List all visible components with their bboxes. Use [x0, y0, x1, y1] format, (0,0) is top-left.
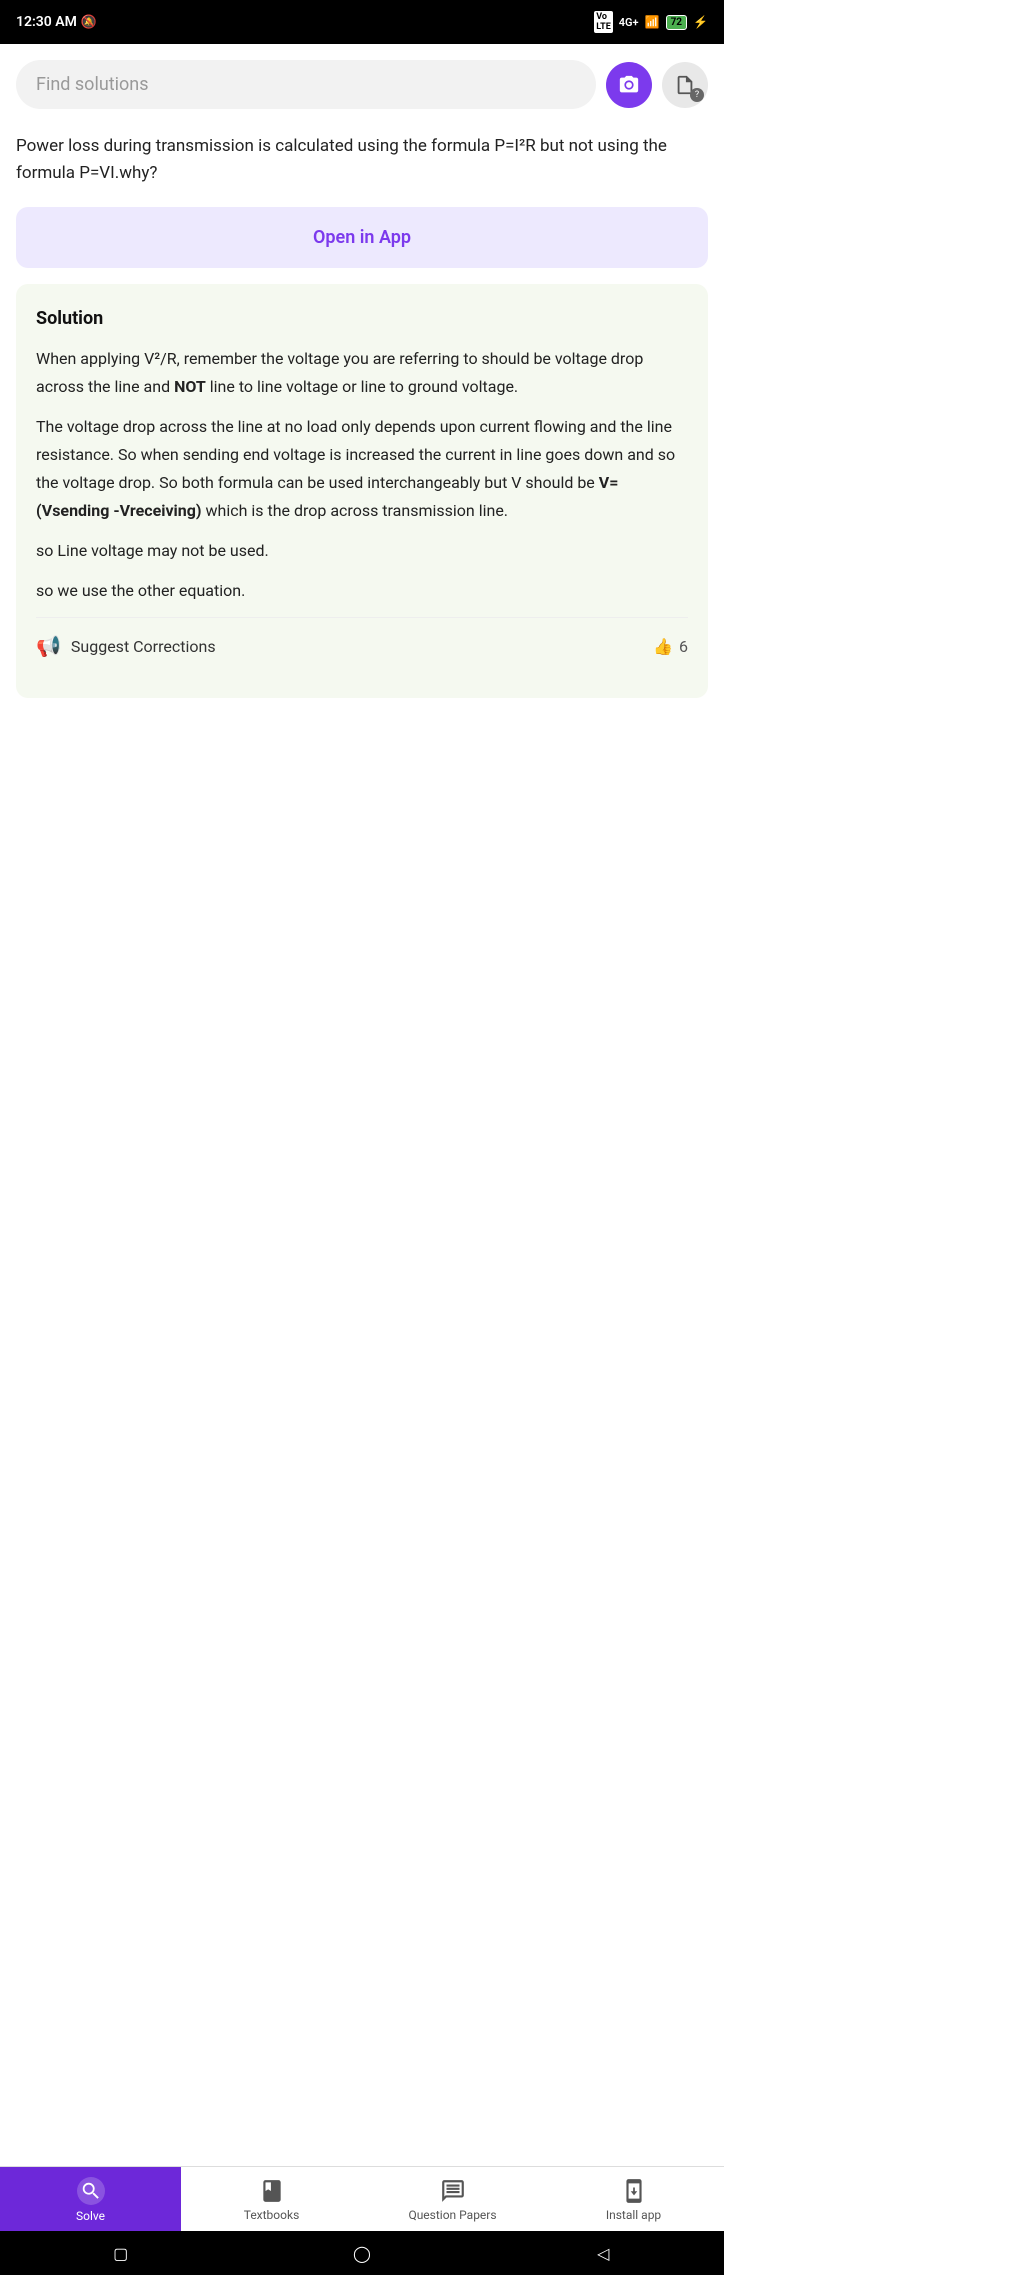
solution-box: Solution When applying V²/R, remember th… [16, 284, 708, 698]
search-container: Find solutions ? [16, 60, 708, 109]
solution-paragraph-3: so Line voltage may not be used. [36, 537, 688, 565]
solution-paragraph-4: so we use the other equation. [36, 577, 688, 605]
suggest-corrections-button[interactable]: 📢 Suggest Corrections [36, 634, 216, 658]
charging-icon: ⚡ [693, 15, 708, 29]
search-placeholder: Find solutions [36, 74, 149, 95]
open-in-app-button[interactable]: Open in App [16, 207, 708, 268]
android-home-button[interactable]: ◯ [348, 2239, 376, 2267]
time-display: 12:30 AM [16, 14, 77, 30]
help-button[interactable]: ? [662, 62, 708, 108]
solution-paragraph-1: When applying V²/R, remember the voltage… [36, 345, 688, 401]
question-papers-icon [440, 2178, 466, 2204]
status-icons: VoLTE 4G+ 📶 72 ⚡ [594, 11, 708, 33]
open-in-app-label: Open in App [313, 227, 411, 248]
question-text: Power loss during transmission is calcul… [16, 133, 708, 187]
like-count: 6 [679, 637, 688, 656]
battery-display: 72 [666, 15, 687, 30]
like-icon: 👍 [653, 637, 673, 656]
nav-item-install-app[interactable]: Install app [543, 2167, 724, 2231]
solution-paragraph-2: The voltage drop across the line at no l… [36, 413, 688, 525]
android-navigation-bar: ▢ ◯ ◁ [0, 2231, 724, 2275]
nav-item-solve[interactable]: Solve [0, 2167, 181, 2231]
solution-title: Solution [36, 308, 688, 329]
android-recents-button[interactable]: ▢ [107, 2239, 135, 2267]
solve-icon [80, 2180, 102, 2202]
camera-icon [618, 74, 640, 96]
alarm-icon: 🔕 [81, 15, 97, 30]
camera-button[interactable] [606, 62, 652, 108]
bottom-navigation: Solve Textbooks Question Papers Install … [0, 2166, 724, 2231]
install-app-icon [621, 2178, 647, 2204]
signal-icon: 📶 [645, 15, 660, 29]
textbooks-icon [259, 2178, 285, 2204]
main-content: Find solutions ? Power loss during trans… [0, 44, 724, 870]
status-bar: 12:30 AM 🔕 VoLTE 4G+ 📶 72 ⚡ [0, 0, 724, 44]
megaphone-icon: 📢 [36, 634, 61, 658]
help-badge: ? [690, 88, 704, 102]
nav-label-install-app: Install app [606, 2208, 661, 2222]
suggest-corrections-label: Suggest Corrections [71, 637, 216, 656]
like-section[interactable]: 👍 6 [653, 637, 688, 656]
network-type: 4G+ [619, 16, 639, 29]
lte-badge: VoLTE [594, 11, 613, 33]
suggest-corrections-row: 📢 Suggest Corrections 👍 6 [36, 617, 688, 674]
nav-label-question-papers: Question Papers [408, 2208, 496, 2222]
nav-item-textbooks[interactable]: Textbooks [181, 2167, 362, 2231]
nav-label-textbooks: Textbooks [244, 2208, 300, 2222]
search-bar[interactable]: Find solutions [16, 60, 596, 109]
android-back-button[interactable]: ◁ [589, 2239, 617, 2267]
status-time-area: 12:30 AM 🔕 [16, 14, 97, 30]
nav-item-question-papers[interactable]: Question Papers [362, 2167, 543, 2231]
nav-label-solve: Solve [76, 2209, 105, 2223]
solution-body: When applying V²/R, remember the voltage… [36, 345, 688, 605]
